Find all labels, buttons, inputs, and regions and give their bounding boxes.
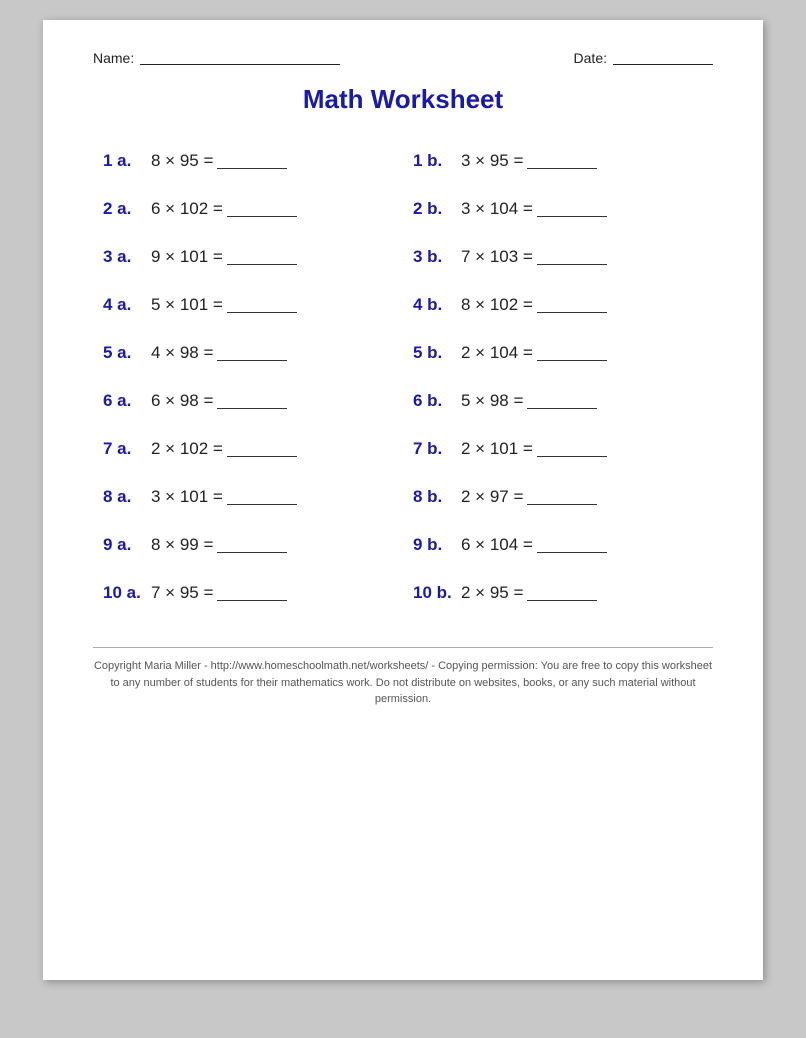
date-line[interactable] bbox=[613, 51, 713, 65]
problem-expr: 3 × 95 = bbox=[461, 151, 523, 171]
problem-label: 3 b. bbox=[413, 247, 453, 267]
answer-line[interactable] bbox=[537, 201, 607, 217]
name-field: Name: bbox=[93, 50, 340, 66]
problem-expr: 3 × 101 = bbox=[151, 487, 223, 507]
problem-cell: 7 b. 2 × 101 = bbox=[403, 425, 713, 473]
answer-line[interactable] bbox=[527, 585, 597, 601]
name-date-row: Name: Date: bbox=[93, 50, 713, 66]
problem-label: 10 b. bbox=[413, 583, 453, 603]
problem-label: 4 a. bbox=[103, 295, 143, 315]
answer-line[interactable] bbox=[217, 153, 287, 169]
problem-cell: 3 a. 9 × 101 = bbox=[93, 233, 403, 281]
answer-line[interactable] bbox=[217, 537, 287, 553]
answer-line[interactable] bbox=[227, 201, 297, 217]
answer-line[interactable] bbox=[537, 297, 607, 313]
worksheet-page: Name: Date: Math Worksheet 1 a.8 × 95 =1… bbox=[43, 20, 763, 980]
problem-label: 6 b. bbox=[413, 391, 453, 411]
problem-cell: 9 b. 6 × 104 = bbox=[403, 521, 713, 569]
problem-expr: 2 × 102 = bbox=[151, 439, 223, 459]
problem-label: 5 b. bbox=[413, 343, 453, 363]
problem-cell: 10 b. 2 × 95 = bbox=[403, 569, 713, 617]
problem-expr: 8 × 102 = bbox=[461, 295, 533, 315]
problem-expr: 6 × 98 = bbox=[151, 391, 213, 411]
name-line[interactable] bbox=[140, 51, 340, 65]
problem-expr: 7 × 103 = bbox=[461, 247, 533, 267]
problem-expr: 6 × 104 = bbox=[461, 535, 533, 555]
problem-label: 5 a. bbox=[103, 343, 143, 363]
problem-expr: 2 × 95 = bbox=[461, 583, 523, 603]
date-field: Date: bbox=[574, 50, 713, 66]
problem-cell: 8 b. 2 × 97 = bbox=[403, 473, 713, 521]
problem-cell: 2 b. 3 × 104 = bbox=[403, 185, 713, 233]
date-label: Date: bbox=[574, 50, 607, 66]
footer: Copyright Maria Miller - http://www.home… bbox=[93, 647, 713, 708]
problem-label: 2 b. bbox=[413, 199, 453, 219]
problem-expr: 2 × 104 = bbox=[461, 343, 533, 363]
problem-label: 4 b. bbox=[413, 295, 453, 315]
answer-line[interactable] bbox=[537, 537, 607, 553]
problem-label: 1 b. bbox=[413, 151, 453, 171]
problem-label: 8 b. bbox=[413, 487, 453, 507]
problem-cell: 1 a. 8 × 95 = bbox=[93, 137, 403, 185]
answer-line[interactable] bbox=[537, 345, 607, 361]
problem-label: 1 a. bbox=[103, 151, 143, 171]
answer-line[interactable] bbox=[217, 585, 287, 601]
problem-expr: 2 × 101 = bbox=[461, 439, 533, 459]
problem-label: 8 a. bbox=[103, 487, 143, 507]
answer-line[interactable] bbox=[227, 297, 297, 313]
answer-line[interactable] bbox=[217, 393, 287, 409]
worksheet-title: Math Worksheet bbox=[93, 84, 713, 115]
problem-label: 6 a. bbox=[103, 391, 143, 411]
problem-cell: 4 b. 8 × 102 = bbox=[403, 281, 713, 329]
problem-cell: 5 a. 4 × 98 = bbox=[93, 329, 403, 377]
problem-cell: 5 b. 2 × 104 = bbox=[403, 329, 713, 377]
problem-expr: 6 × 102 = bbox=[151, 199, 223, 219]
problem-cell: 3 b. 7 × 103 = bbox=[403, 233, 713, 281]
problem-expr: 8 × 99 = bbox=[151, 535, 213, 555]
problem-expr: 4 × 98 = bbox=[151, 343, 213, 363]
problem-cell: 2 a. 6 × 102 = bbox=[93, 185, 403, 233]
problem-label: 2 a. bbox=[103, 199, 143, 219]
problem-expr: 5 × 101 = bbox=[151, 295, 223, 315]
problem-expr: 5 × 98 = bbox=[461, 391, 523, 411]
problems-grid: 1 a. 8 × 95 = 1 b. 3 × 95 = 2 a. 6 × 102 = 2 b… bbox=[93, 137, 713, 617]
problem-cell: 10 a. 7 × 95 = bbox=[93, 569, 403, 617]
problem-label: 10 a. bbox=[103, 583, 143, 603]
problem-cell: 6 a. 6 × 98 = bbox=[93, 377, 403, 425]
problem-label: 3 a. bbox=[103, 247, 143, 267]
problem-label: 9 b. bbox=[413, 535, 453, 555]
answer-line[interactable] bbox=[227, 249, 297, 265]
problem-expr: 3 × 104 = bbox=[461, 199, 533, 219]
answer-line[interactable] bbox=[537, 441, 607, 457]
answer-line[interactable] bbox=[227, 489, 297, 505]
problem-label: 9 a. bbox=[103, 535, 143, 555]
name-label: Name: bbox=[93, 50, 134, 66]
problem-expr: 9 × 101 = bbox=[151, 247, 223, 267]
problem-cell: 1 b. 3 × 95 = bbox=[403, 137, 713, 185]
problem-expr: 2 × 97 = bbox=[461, 487, 523, 507]
problem-cell: 4 a. 5 × 101 = bbox=[93, 281, 403, 329]
answer-line[interactable] bbox=[217, 345, 287, 361]
problem-cell: 9 a. 8 × 99 = bbox=[93, 521, 403, 569]
problem-label: 7 a. bbox=[103, 439, 143, 459]
answer-line[interactable] bbox=[527, 393, 597, 409]
answer-line[interactable] bbox=[527, 153, 597, 169]
problem-label: 7 b. bbox=[413, 439, 453, 459]
problem-cell: 8 a. 3 × 101 = bbox=[93, 473, 403, 521]
answer-line[interactable] bbox=[537, 249, 607, 265]
problem-expr: 8 × 95 = bbox=[151, 151, 213, 171]
problem-expr: 7 × 95 = bbox=[151, 583, 213, 603]
problem-cell: 6 b. 5 × 98 = bbox=[403, 377, 713, 425]
answer-line[interactable] bbox=[227, 441, 297, 457]
problem-cell: 7 a. 2 × 102 = bbox=[93, 425, 403, 473]
answer-line[interactable] bbox=[527, 489, 597, 505]
